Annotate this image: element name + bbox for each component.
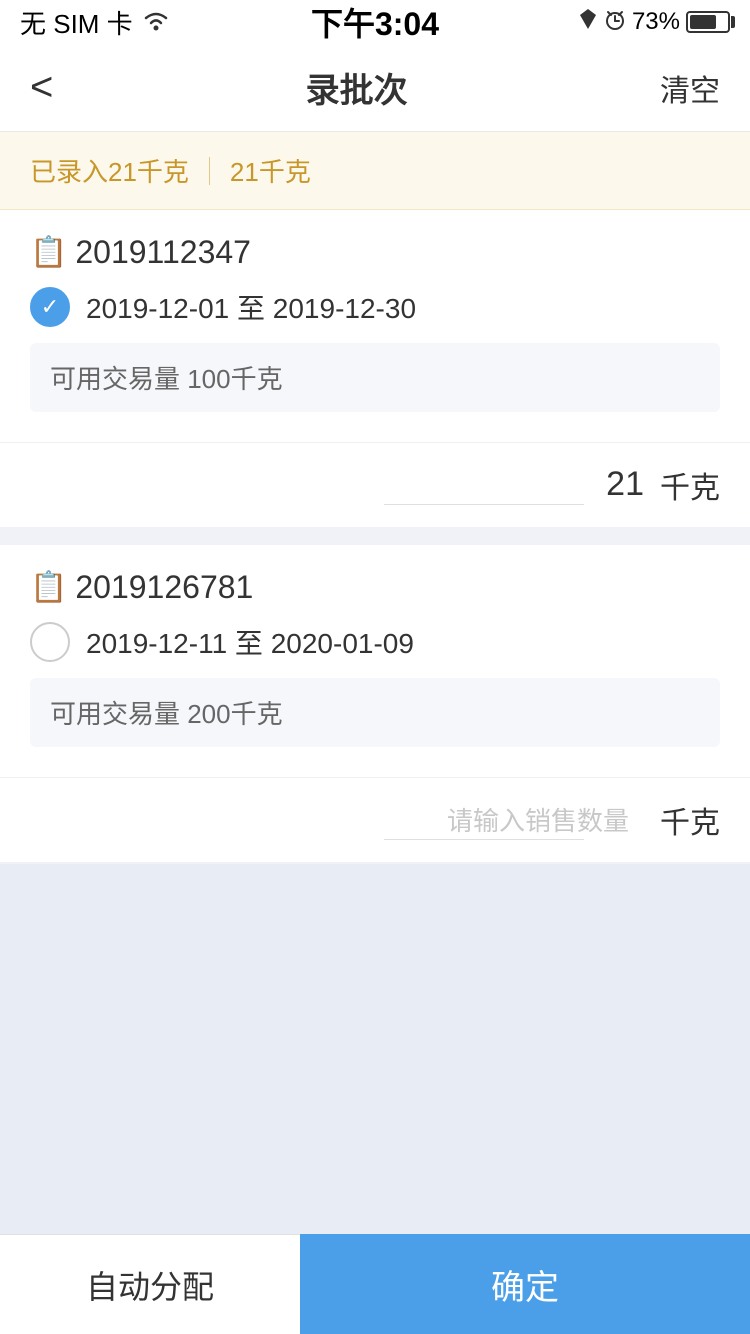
alarm-icon [604, 8, 626, 37]
batch1-availability: 可用交易量 100千克 [30, 343, 720, 412]
batch2-inner: 📋 2019126781 2019-12-11 至 2020-01-09 可用交… [0, 545, 750, 777]
batch1-inner: 📋 2019112347 2019-12-01 至 2019-12-30 可用交… [0, 210, 750, 442]
batch2-input-divider [384, 839, 584, 840]
carrier-text: 无 SIM 卡 [20, 4, 133, 41]
batch2-card: 📋 2019126781 2019-12-11 至 2020-01-09 可用交… [0, 545, 750, 862]
batch2-date: 2019-12-11 至 2020-01-09 [86, 622, 414, 662]
batch2-id: 2019126781 [75, 569, 253, 606]
batch1-input-row: 21 千克 [0, 442, 750, 527]
location-icon [578, 7, 598, 38]
status-left: 无 SIM 卡 [20, 4, 171, 41]
confirm-button[interactable]: 确定 [300, 1234, 750, 1334]
batch1-unit: 千克 [660, 463, 720, 507]
batch2-id-row: 📋 2019126781 [30, 569, 720, 606]
batch1-radio[interactable] [30, 287, 70, 327]
batch2-unit: 千克 [660, 798, 720, 842]
batch2-icon: 📋 [30, 570, 67, 605]
batch2-radio[interactable] [30, 622, 70, 662]
batch2-input-row[interactable]: 千克 [0, 777, 750, 862]
status-right: 73% [578, 7, 730, 38]
banner-divider [209, 157, 210, 185]
recorded-amount: 已录入21千克 [30, 152, 189, 189]
battery-percent: 73% [632, 8, 680, 36]
clear-button[interactable]: 清空 [660, 66, 720, 110]
batch1-availability-text: 可用交易量 100千克 [50, 364, 283, 394]
auto-distribute-button[interactable]: 自动分配 [0, 1234, 300, 1334]
batch1-id: 2019112347 [75, 234, 251, 271]
nav-bar: < 录批次 清空 [0, 44, 750, 132]
batch1-input-divider [384, 504, 584, 505]
back-button[interactable]: < [30, 65, 53, 110]
batch2-availability: 可用交易量 200千克 [30, 678, 720, 747]
batch2-date-row[interactable]: 2019-12-11 至 2020-01-09 [30, 622, 720, 662]
bottom-buttons: 自动分配 确定 [0, 1234, 750, 1334]
batch1-icon: 📋 [30, 235, 67, 270]
total-amount: 21千克 [230, 152, 311, 189]
card-separator [0, 529, 750, 545]
batch1-quantity-value: 21 [606, 465, 644, 504]
battery-icon [686, 11, 730, 33]
batch2-availability-text: 可用交易量 200千克 [50, 699, 283, 729]
status-bar: 无 SIM 卡 下午3:04 73% [0, 0, 750, 44]
info-banner: 已录入21千克 21千克 [0, 132, 750, 210]
batch1-date-row[interactable]: 2019-12-01 至 2019-12-30 [30, 287, 720, 327]
wifi-icon [141, 7, 171, 38]
empty-area [0, 864, 750, 1264]
batch1-id-row: 📋 2019112347 [30, 234, 720, 271]
batch1-card: 📋 2019112347 2019-12-01 至 2019-12-30 可用交… [0, 210, 750, 527]
batch2-quantity-input[interactable] [444, 800, 644, 839]
time-display: 下午3:04 [311, 0, 439, 45]
batch1-date: 2019-12-01 至 2019-12-30 [86, 287, 416, 327]
page-title: 录批次 [306, 63, 408, 112]
